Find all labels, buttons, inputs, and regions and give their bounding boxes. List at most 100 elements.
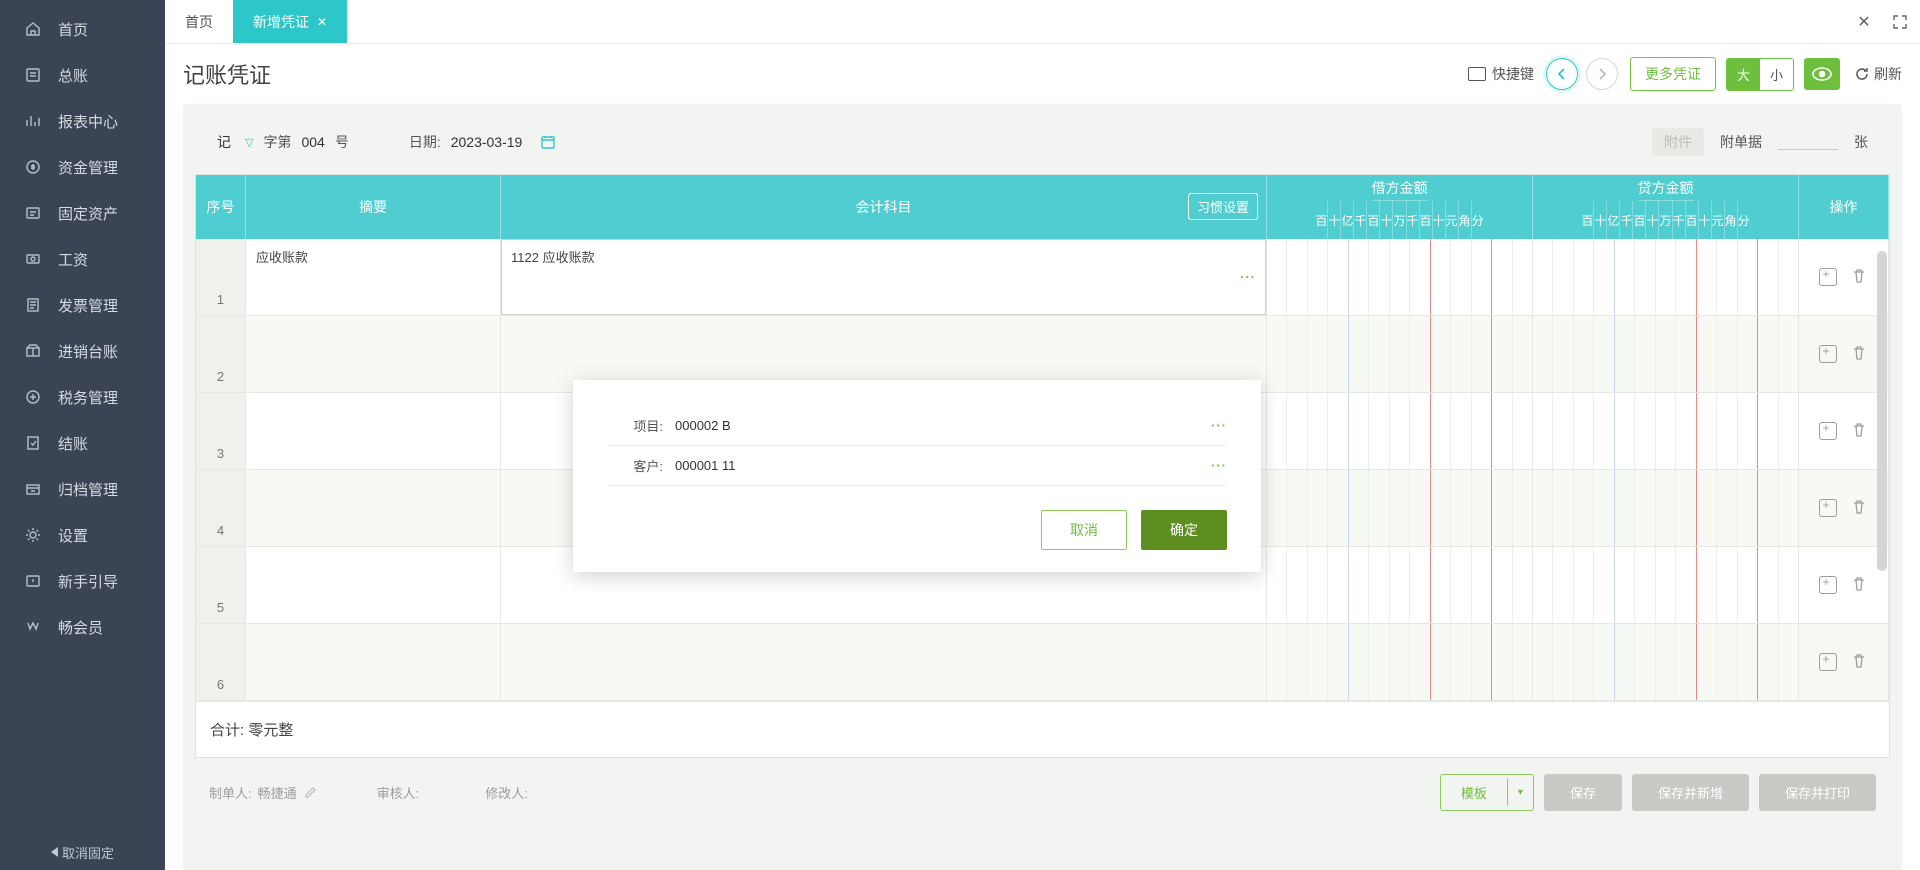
sidebar-item-gear[interactable]: 设置 [0, 512, 165, 558]
sidebar-pin-toggle[interactable]: 取消固定 [0, 834, 165, 870]
amount-grid[interactable] [1267, 239, 1532, 315]
tab-新增凭证[interactable]: 新增凭证✕ [233, 0, 347, 43]
cell-credit[interactable] [1533, 393, 1799, 469]
cell-summary[interactable] [246, 547, 501, 623]
row-delete-button[interactable] [1851, 268, 1869, 286]
sidebar-item-close[interactable]: 结账 [0, 420, 165, 466]
tab-首页[interactable]: 首页 [165, 0, 233, 43]
size-large-option[interactable]: 大 [1727, 59, 1760, 90]
tab-close-icon[interactable]: ✕ [317, 15, 327, 29]
amount-grid[interactable] [1533, 624, 1798, 700]
sidebar-item-stock[interactable]: 进销台账 [0, 328, 165, 374]
cell-summary[interactable]: 应收账款 [246, 239, 501, 315]
amount-grid[interactable] [1267, 393, 1532, 469]
row-delete-button[interactable] [1851, 653, 1869, 671]
sidebar-item-money[interactable]: 资金管理 [0, 144, 165, 190]
cell-credit[interactable] [1533, 316, 1799, 392]
save-print-button[interactable]: 保存并打印 [1759, 774, 1876, 811]
row-copy-button[interactable] [1819, 345, 1837, 363]
row-copy-button[interactable] [1819, 576, 1837, 594]
sidebar-item-tax[interactable]: 税务管理 [0, 374, 165, 420]
habit-settings-button[interactable]: 习惯设置 [1188, 193, 1258, 220]
attachment-button[interactable]: 附件 [1652, 128, 1704, 156]
next-voucher-button[interactable] [1586, 58, 1618, 90]
sidebar-item-vip[interactable]: 畅会员 [0, 604, 165, 650]
amount-grid[interactable] [1267, 470, 1532, 546]
cell-summary[interactable] [246, 316, 501, 392]
edit-icon[interactable] [303, 786, 317, 800]
account-more-button[interactable]: ··· [1240, 270, 1256, 285]
aux-ok-button[interactable]: 确定 [1141, 510, 1227, 550]
aux-row-more-button[interactable]: ··· [1211, 418, 1227, 433]
cell-debit[interactable] [1267, 470, 1533, 546]
row-copy-button[interactable] [1819, 268, 1837, 286]
cell-account[interactable]: 1122 应收账款··· [501, 239, 1267, 315]
col-credit: 贷方金额 百十亿千百十万千百十元角分 [1533, 175, 1799, 239]
cell-debit[interactable] [1267, 393, 1533, 469]
invoice-icon [22, 294, 44, 316]
sidebar-item-ledger[interactable]: 总账 [0, 52, 165, 98]
row-delete-button[interactable] [1851, 576, 1869, 594]
row-delete-button[interactable] [1851, 422, 1869, 440]
save-button[interactable]: 保存 [1544, 774, 1622, 811]
size-small-option[interactable]: 小 [1760, 59, 1793, 90]
sidebar-item-guide[interactable]: 新手引导 [0, 558, 165, 604]
voucher-date-value[interactable]: 2023-03-19 [451, 134, 523, 150]
cell-credit[interactable] [1533, 470, 1799, 546]
template-button[interactable]: 模板 ▾ [1440, 774, 1534, 811]
refresh-button[interactable]: 刷新 [1854, 64, 1902, 84]
total-label: 合计: [210, 719, 244, 740]
receipt-count-input[interactable] [1778, 134, 1838, 150]
sidebar-item-salary[interactable]: 工资 [0, 236, 165, 282]
calendar-icon[interactable] [540, 134, 556, 150]
shortcut-button[interactable]: 快捷键 [1468, 64, 1534, 84]
window-close-button[interactable]: ✕ [1850, 8, 1878, 36]
amount-grid[interactable] [1533, 393, 1798, 469]
cell-credit[interactable] [1533, 239, 1799, 315]
table-scrollbar[interactable] [1877, 251, 1887, 571]
cell-debit[interactable] [1267, 547, 1533, 623]
sidebar-item-asset[interactable]: 固定资产 [0, 190, 165, 236]
cell-summary[interactable] [246, 393, 501, 469]
amount-grid[interactable] [1533, 547, 1798, 623]
amount-grid[interactable] [1533, 470, 1798, 546]
digit-header: 分 [1472, 201, 1484, 239]
sidebar-pin-label: 取消固定 [62, 843, 114, 862]
more-vouchers-button[interactable]: 更多凭证 [1630, 57, 1716, 91]
amount-grid[interactable] [1267, 624, 1532, 700]
amount-grid[interactable] [1267, 547, 1532, 623]
row-copy-button[interactable] [1819, 499, 1837, 517]
preview-button[interactable] [1804, 58, 1840, 90]
cell-summary[interactable] [246, 624, 501, 700]
row-delete-button[interactable] [1851, 499, 1869, 517]
prev-voucher-button[interactable] [1546, 58, 1578, 90]
cell-debit[interactable] [1267, 624, 1533, 700]
save-add-button[interactable]: 保存并新增 [1632, 774, 1749, 811]
voucher-type[interactable]: 记 [217, 132, 231, 152]
aux-cancel-button[interactable]: 取消 [1041, 510, 1127, 550]
row-copy-button[interactable] [1819, 422, 1837, 440]
aux-row-value[interactable]: 000001 11 [675, 458, 1211, 473]
cell-debit[interactable] [1267, 239, 1533, 315]
amount-grid[interactable] [1267, 316, 1532, 392]
cell-credit[interactable] [1533, 547, 1799, 623]
window-fullscreen-button[interactable] [1886, 8, 1914, 36]
template-label: 模板 [1441, 775, 1507, 810]
cell-summary[interactable] [246, 470, 501, 546]
cell-account[interactable] [501, 624, 1267, 700]
aux-row-more-button[interactable]: ··· [1211, 458, 1227, 473]
sidebar-item-invoice[interactable]: 发票管理 [0, 282, 165, 328]
chevron-down-icon[interactable]: ▽ [245, 136, 253, 149]
top-tab-bar: 首页新增凭证✕ ✕ [165, 0, 1920, 44]
sidebar-item-chart[interactable]: 报表中心 [0, 98, 165, 144]
row-delete-button[interactable] [1851, 345, 1869, 363]
amount-grid[interactable] [1533, 316, 1798, 392]
amount-grid[interactable] [1533, 239, 1798, 315]
voucher-number[interactable]: 004 [301, 134, 324, 150]
cell-credit[interactable] [1533, 624, 1799, 700]
row-copy-button[interactable] [1819, 653, 1837, 671]
sidebar-item-archive[interactable]: 归档管理 [0, 466, 165, 512]
cell-debit[interactable] [1267, 316, 1533, 392]
sidebar-item-home[interactable]: 首页 [0, 6, 165, 52]
aux-row-value[interactable]: 000002 B [675, 418, 1211, 433]
